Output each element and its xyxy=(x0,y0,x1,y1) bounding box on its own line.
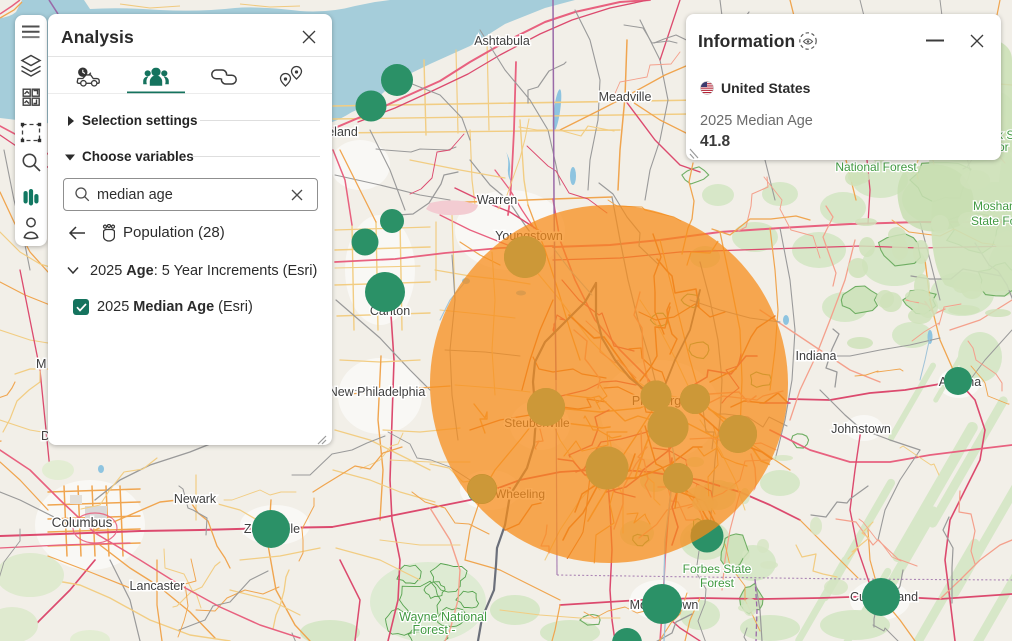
svg-text:M: M xyxy=(36,357,46,371)
svg-text:Johnstown: Johnstown xyxy=(831,422,891,436)
svg-text:Wayne National: Wayne National xyxy=(399,610,487,624)
svg-text:New Philadelphia: New Philadelphia xyxy=(329,385,426,399)
svg-text:Columbus: Columbus xyxy=(52,515,113,530)
svg-text:Lancaster: Lancaster xyxy=(130,579,185,593)
svg-text:Forest -: Forest - xyxy=(412,623,455,637)
svg-text:Forest: Forest xyxy=(700,576,735,590)
svg-text:National Forest: National Forest xyxy=(835,160,917,174)
svg-text:Meadville: Meadville xyxy=(599,90,652,104)
svg-text:State Forest: State Forest xyxy=(971,214,1012,228)
svg-text:Indiana: Indiana xyxy=(795,349,836,363)
svg-text:Moshannon: Moshannon xyxy=(973,199,1012,213)
svg-text:Ashtabula: Ashtabula xyxy=(474,34,530,48)
svg-text:Forbes State: Forbes State xyxy=(683,562,752,576)
svg-text:Newark: Newark xyxy=(174,492,217,506)
svg-text:Warren: Warren xyxy=(477,193,518,207)
